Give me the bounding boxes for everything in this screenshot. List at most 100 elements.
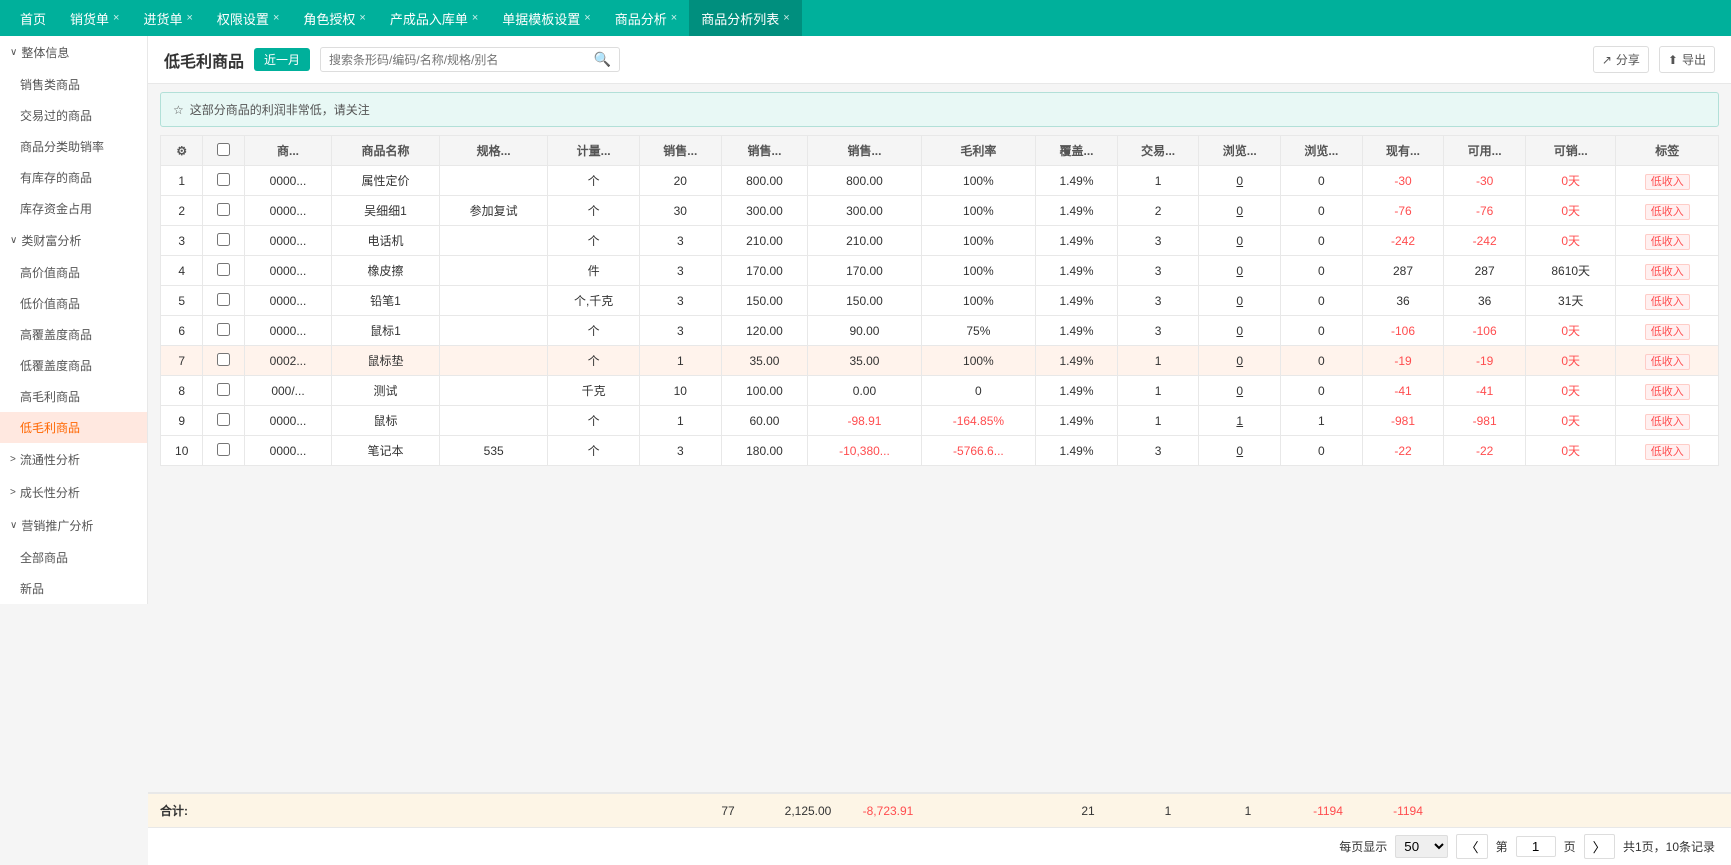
cell-checkbox[interactable] bbox=[203, 196, 245, 226]
nav-item-销货单[interactable]: 销货单× bbox=[58, 0, 131, 36]
col-header-unit[interactable]: 计量... bbox=[548, 136, 640, 166]
row-checkbox[interactable] bbox=[217, 263, 230, 276]
next-page-button[interactable]: 〉 bbox=[1584, 834, 1615, 859]
col-header-saleDays[interactable]: 可销... bbox=[1525, 136, 1616, 166]
nav-close-icon[interactable]: × bbox=[783, 12, 789, 24]
row-checkbox[interactable] bbox=[217, 323, 230, 336]
row-checkbox[interactable] bbox=[217, 413, 230, 426]
row-checkbox[interactable] bbox=[217, 173, 230, 186]
col-header-code[interactable]: 商... bbox=[245, 136, 332, 166]
browse-link[interactable]: 1 bbox=[1236, 414, 1243, 428]
cell-checkbox[interactable] bbox=[203, 256, 245, 286]
sidebar-item-低覆盖度商品[interactable]: 低覆盖度商品 bbox=[0, 350, 147, 381]
browse-link[interactable]: 0 bbox=[1236, 444, 1243, 458]
nav-item-角色授权[interactable]: 角色授权× bbox=[291, 0, 377, 36]
nav-close-icon[interactable]: × bbox=[186, 12, 192, 24]
browse-link[interactable]: 0 bbox=[1236, 384, 1243, 398]
cell-checkbox[interactable] bbox=[203, 436, 245, 466]
browse-link[interactable]: 0 bbox=[1236, 324, 1243, 338]
cell-browseA[interactable]: 0 bbox=[1199, 346, 1281, 376]
col-header-coverage[interactable]: 覆盖... bbox=[1036, 136, 1118, 166]
share-button[interactable]: ↗ 分享 bbox=[1593, 46, 1649, 73]
row-checkbox[interactable] bbox=[217, 293, 230, 306]
sidebar-group-成长性分析[interactable]: >成长性分析 bbox=[0, 476, 147, 509]
sidebar-item-全部商品[interactable]: 全部商品 bbox=[0, 542, 147, 573]
nav-close-icon[interactable]: × bbox=[584, 12, 590, 24]
cell-browseA[interactable]: 0 bbox=[1199, 436, 1281, 466]
sidebar-item-低毛利商品[interactable]: 低毛利商品 bbox=[0, 412, 147, 443]
browse-link[interactable]: 0 bbox=[1236, 294, 1243, 308]
sidebar-item-库存资金占用[interactable]: 库存资金占用 bbox=[0, 193, 147, 224]
nav-item-单据模板设置[interactable]: 单据模板设置× bbox=[490, 0, 602, 36]
nav-close-icon[interactable]: × bbox=[359, 12, 365, 24]
col-header-browseA[interactable]: 浏览... bbox=[1199, 136, 1281, 166]
cell-browseA[interactable]: 0 bbox=[1199, 196, 1281, 226]
nav-item-商品分析[interactable]: 商品分析× bbox=[603, 0, 689, 36]
date-filter-button[interactable]: 近一月 bbox=[254, 48, 310, 71]
col-header-saleProfit[interactable]: 销售... bbox=[808, 136, 921, 166]
col-header-settings[interactable]: ⚙ bbox=[161, 136, 203, 166]
col-header-name[interactable]: 商品名称 bbox=[331, 136, 439, 166]
browse-link[interactable]: 0 bbox=[1236, 204, 1243, 218]
nav-close-icon[interactable]: × bbox=[671, 12, 677, 24]
col-header-availStock[interactable]: 可用... bbox=[1444, 136, 1526, 166]
row-checkbox[interactable] bbox=[217, 443, 230, 456]
sidebar-item-高毛利商品[interactable]: 高毛利商品 bbox=[0, 381, 147, 412]
cell-browseA[interactable]: 1 bbox=[1199, 406, 1281, 436]
cell-browseA[interactable]: 0 bbox=[1199, 226, 1281, 256]
sidebar-item-高价值商品[interactable]: 高价值商品 bbox=[0, 257, 147, 288]
col-header-saleQty[interactable]: 销售... bbox=[639, 136, 721, 166]
prev-page-button[interactable]: 〈 bbox=[1456, 834, 1487, 859]
sidebar-item-商品分类助销率[interactable]: 商品分类助销率 bbox=[0, 131, 147, 162]
sidebar-group-流通性分析[interactable]: >流通性分析 bbox=[0, 443, 147, 476]
search-input[interactable] bbox=[329, 53, 594, 67]
row-checkbox[interactable] bbox=[217, 353, 230, 366]
sidebar-item-新品[interactable]: 新品 bbox=[0, 573, 147, 604]
cell-checkbox[interactable] bbox=[203, 166, 245, 196]
cell-checkbox[interactable] bbox=[203, 286, 245, 316]
nav-close-icon[interactable]: × bbox=[273, 12, 279, 24]
col-header-currentStock[interactable]: 现有... bbox=[1362, 136, 1444, 166]
sidebar-item-销售类商品[interactable]: 销售类商品 bbox=[0, 69, 147, 100]
sidebar-group-整体信息[interactable]: ∨整体信息 bbox=[0, 36, 147, 69]
cell-checkbox[interactable] bbox=[203, 406, 245, 436]
browse-link[interactable]: 0 bbox=[1236, 264, 1243, 278]
browse-link[interactable]: 0 bbox=[1236, 174, 1243, 188]
row-checkbox[interactable] bbox=[217, 383, 230, 396]
col-header-tag[interactable]: 标签 bbox=[1616, 136, 1719, 166]
sidebar-item-高覆盖度商品[interactable]: 高覆盖度商品 bbox=[0, 319, 147, 350]
nav-item-商品分析列表[interactable]: 商品分析列表× bbox=[689, 0, 801, 36]
col-header-browseB[interactable]: 浏览... bbox=[1281, 136, 1363, 166]
col-header-tradeCount[interactable]: 交易... bbox=[1117, 136, 1199, 166]
cell-browseA[interactable]: 0 bbox=[1199, 166, 1281, 196]
cell-browseA[interactable]: 0 bbox=[1199, 286, 1281, 316]
per-page-select[interactable]: 50 100 bbox=[1395, 835, 1448, 858]
cell-browseA[interactable]: 0 bbox=[1199, 376, 1281, 406]
sidebar-group-类财富分析[interactable]: ∨类财富分析 bbox=[0, 224, 147, 257]
cell-checkbox[interactable] bbox=[203, 316, 245, 346]
settings-icon[interactable]: ⚙ bbox=[176, 144, 187, 158]
sidebar-item-有库存的商品[interactable]: 有库存的商品 bbox=[0, 162, 147, 193]
col-header-checkbox[interactable] bbox=[203, 136, 245, 166]
browse-link[interactable]: 0 bbox=[1236, 234, 1243, 248]
cell-checkbox[interactable] bbox=[203, 226, 245, 256]
sidebar-item-交易过的商品[interactable]: 交易过的商品 bbox=[0, 100, 147, 131]
browse-link[interactable]: 0 bbox=[1236, 354, 1243, 368]
nav-item-进货单[interactable]: 进货单× bbox=[131, 0, 204, 36]
cell-browseA[interactable]: 0 bbox=[1199, 316, 1281, 346]
row-checkbox[interactable] bbox=[217, 233, 230, 246]
page-input[interactable] bbox=[1516, 836, 1556, 857]
sidebar-item-低价值商品[interactable]: 低价值商品 bbox=[0, 288, 147, 319]
export-button[interactable]: ⬆ 导出 bbox=[1659, 46, 1715, 73]
col-header-grossRate[interactable]: 毛利率 bbox=[921, 136, 1036, 166]
col-header-saleAmount[interactable]: 销售... bbox=[721, 136, 808, 166]
row-checkbox[interactable] bbox=[217, 203, 230, 216]
cell-checkbox[interactable] bbox=[203, 346, 245, 376]
nav-close-icon[interactable]: × bbox=[472, 12, 478, 24]
cell-checkbox[interactable] bbox=[203, 376, 245, 406]
search-box[interactable]: 🔍 bbox=[320, 47, 620, 72]
nav-close-icon[interactable]: × bbox=[113, 12, 119, 24]
cell-browseA[interactable]: 0 bbox=[1199, 256, 1281, 286]
select-all-checkbox[interactable] bbox=[217, 143, 230, 156]
nav-item-首页[interactable]: 首页 bbox=[8, 0, 58, 36]
